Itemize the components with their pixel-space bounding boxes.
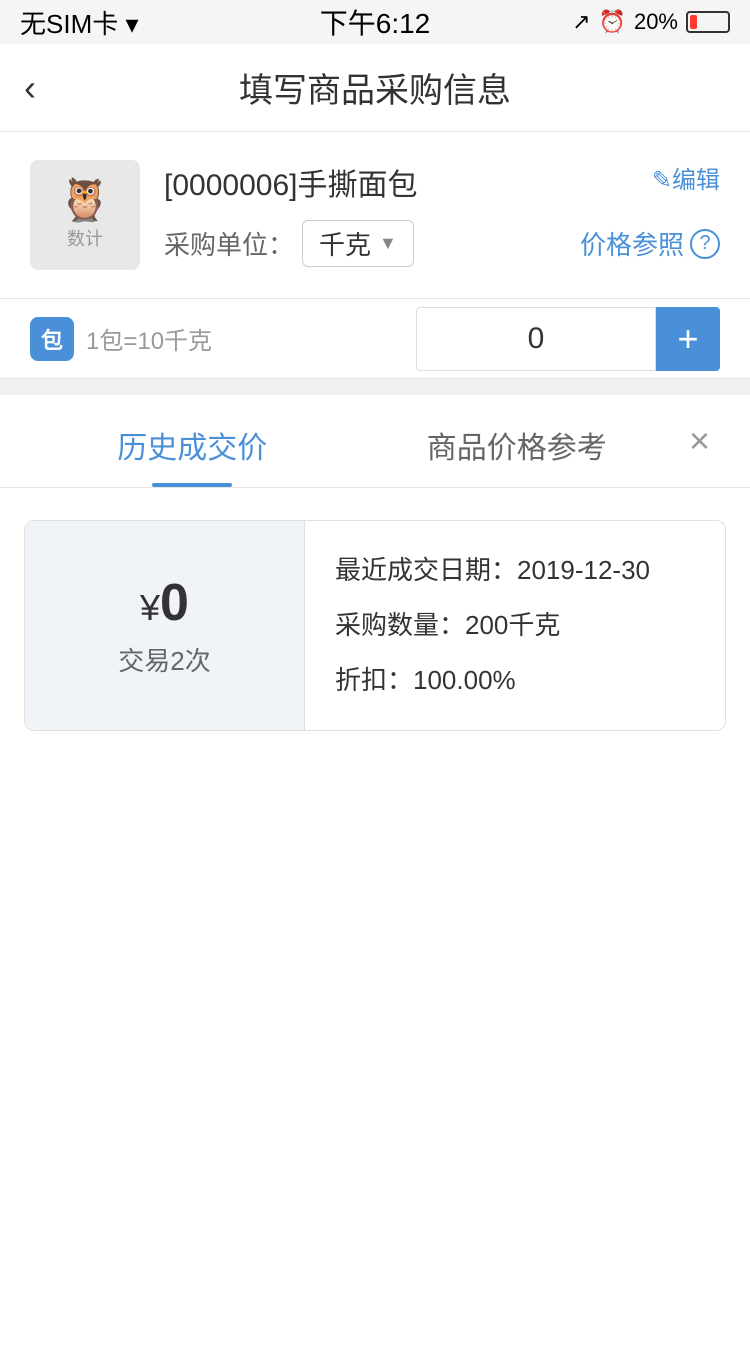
product-title: 手撕面包 (297, 169, 417, 202)
discount-label: 折扣： (335, 665, 413, 695)
back-button[interactable]: ‹ (24, 67, 36, 109)
quantity-plus-button[interactable]: + (656, 307, 720, 371)
bottom-area (0, 763, 750, 1363)
alarm-icon: ⏰ (599, 9, 626, 35)
tab-product-price-ref[interactable]: 商品价格参考 (354, 395, 678, 487)
unit-badge: 包 (30, 317, 74, 361)
price-ref-label: 价格参照 (580, 225, 684, 262)
quantity-row: 包 1包=10千克 + (0, 299, 750, 379)
status-right: ↗ ⏰ 20% (572, 9, 730, 35)
recent-date-value: 2019-12-30 (517, 555, 650, 585)
help-icon: ? (690, 229, 720, 259)
product-card: 🦉 数计 [0000006]手撕面包 ✎编辑 采购单位： 千克 ▼ 价格参照 ? (0, 132, 750, 299)
carrier-text: 无SIM卡 ▾ (20, 4, 139, 41)
recent-date-row: 最近成交日期：2019-12-30 (335, 551, 695, 590)
section-separator (0, 379, 750, 395)
product-name: [0000006]手撕面包 (164, 160, 417, 204)
product-logo-text: 数计 (67, 225, 103, 251)
product-header: [0000006]手撕面包 ✎编辑 (164, 160, 720, 204)
product-logo-icon: 🦉 (59, 179, 111, 221)
status-left: 无SIM卡 ▾ (20, 4, 139, 41)
quantity-controls: + (416, 307, 720, 371)
tabs-container: 历史成交价 商品价格参考 × ¥0 交易2次 最近成交日期：2019-12-30… (0, 395, 750, 1363)
unit-label-group: 采购单位： 千克 ▼ (164, 220, 414, 267)
page-title: 填写商品采购信息 (239, 63, 511, 112)
purchase-quantity-row: 采购数量：200千克 (335, 606, 695, 645)
status-time: 下午6:12 (320, 2, 431, 42)
unit-value: 千克 (319, 225, 371, 262)
price-number: 0 (160, 574, 189, 632)
purchase-quantity-value: 200千克 (465, 610, 560, 640)
unit-label: 采购单位： (164, 225, 294, 262)
battery-icon (686, 11, 730, 33)
battery-percent: 20% (634, 9, 678, 35)
price-currency: ¥ (140, 587, 160, 628)
price-card: ¥0 交易2次 最近成交日期：2019-12-30 采购数量：200千克 折扣：… (24, 520, 726, 731)
location-icon: ↗ (572, 9, 590, 35)
tab-close-button[interactable]: × (679, 400, 720, 482)
dropdown-arrow-icon: ▼ (379, 233, 397, 254)
quantity-unit-info: 包 1包=10千克 (30, 317, 212, 361)
unit-selector[interactable]: 千克 ▼ (302, 220, 414, 267)
tab-active-indicator (152, 483, 232, 487)
tab-history-price[interactable]: 历史成交价 (30, 395, 354, 487)
conversion-text: 1包=10千克 (86, 321, 212, 356)
edit-button[interactable]: ✎编辑 (652, 160, 720, 195)
product-id: [0000006] (164, 169, 297, 202)
price-card-left: ¥0 交易2次 (25, 521, 305, 730)
tabs-header: 历史成交价 商品价格参考 × (0, 395, 750, 488)
quantity-input[interactable] (416, 307, 656, 371)
status-bar: 无SIM卡 ▾ 下午6:12 ↗ ⏰ 20% (0, 0, 750, 44)
product-info: [0000006]手撕面包 ✎编辑 采购单位： 千克 ▼ 价格参照 ? (164, 160, 720, 267)
price-ref-button[interactable]: 价格参照 ? (580, 225, 720, 262)
recent-date-label: 最近成交日期： (335, 555, 517, 585)
tab-price-ref-label: 商品价格参考 (427, 432, 607, 465)
price-value: ¥0 (140, 573, 189, 633)
price-card-right: 最近成交日期：2019-12-30 采购数量：200千克 折扣：100.00% (305, 521, 725, 730)
nav-bar: ‹ 填写商品采购信息 (0, 44, 750, 132)
tab-history-label: 历史成交价 (117, 432, 267, 465)
product-unit-row: 采购单位： 千克 ▼ 价格参照 ? (164, 220, 720, 267)
discount-row: 折扣：100.00% (335, 661, 695, 700)
discount-value: 100.00% (413, 665, 516, 695)
price-times: 交易2次 (118, 641, 210, 678)
purchase-quantity-label: 采购数量： (335, 610, 465, 640)
product-image: 🦉 数计 (30, 160, 140, 270)
